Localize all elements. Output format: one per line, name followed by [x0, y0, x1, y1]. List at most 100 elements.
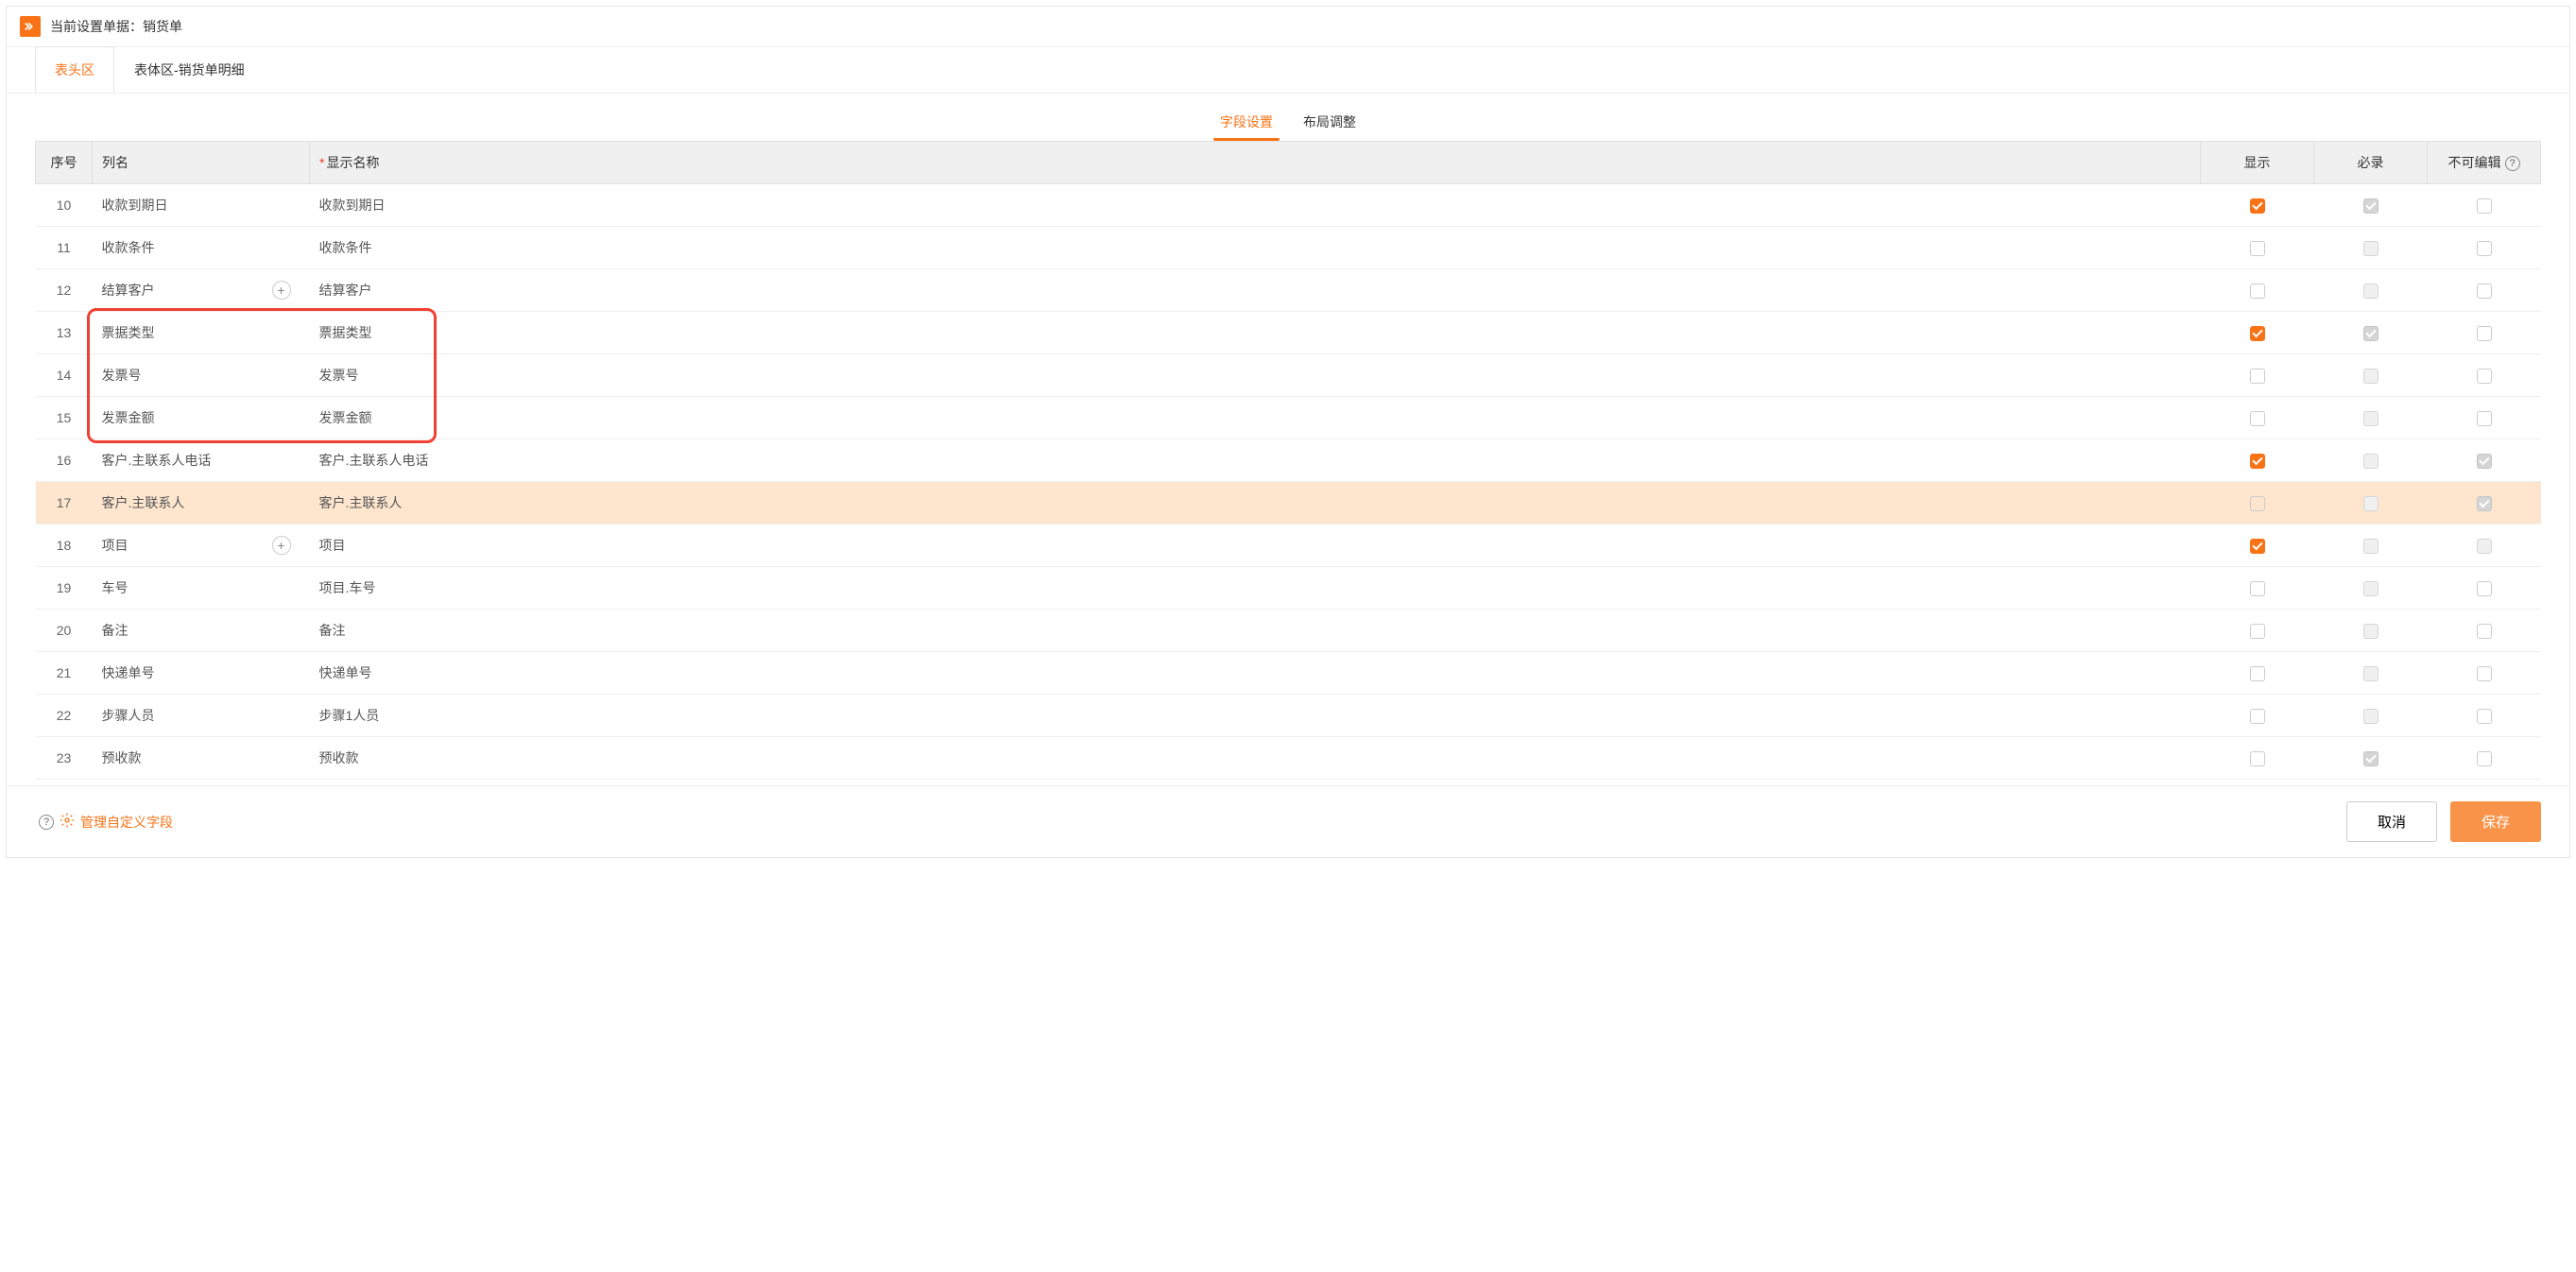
row-display-name[interactable]: 客户.主联系人电话 — [310, 439, 2201, 482]
checkbox-required — [2363, 709, 2379, 724]
table-row: 20 备注 备注 — [36, 610, 2541, 652]
col-header-noedit: 不可编辑? — [2428, 142, 2541, 184]
checkbox-noedit[interactable] — [2477, 411, 2492, 426]
checkbox-show[interactable] — [2250, 241, 2265, 256]
expand-sidebar-button[interactable] — [20, 16, 41, 37]
fields-table: 序号 列名 *显示名称 显示 必录 不可编辑? 10收款到期日收款到期日11收款… — [35, 141, 2541, 780]
tab-primary-1[interactable]: 表体区-销货单明细 — [114, 46, 265, 93]
table-row: 18项目+项目 — [36, 524, 2541, 567]
checkbox-show[interactable] — [2250, 709, 2265, 724]
table-row: 22步骤人员步骤1人员 — [36, 695, 2541, 737]
row-name-cell: 票据类型 — [93, 312, 310, 354]
footer-help-icon[interactable]: ? — [39, 815, 54, 830]
row-display-name[interactable]: 备注 — [310, 610, 2201, 652]
row-seq: 16 — [36, 439, 93, 482]
checkbox-required — [2363, 241, 2379, 256]
header-title-prefix: 当前设置单据： — [50, 17, 143, 36]
checkbox-noedit[interactable] — [2477, 581, 2492, 596]
checkbox-noedit[interactable] — [2477, 709, 2492, 724]
tab-secondary-1[interactable]: 布局调整 — [1288, 103, 1371, 141]
checkbox-noedit[interactable] — [2477, 198, 2492, 214]
checkbox-noedit[interactable] — [2477, 326, 2492, 341]
checkbox-show[interactable] — [2250, 198, 2265, 214]
checkbox-show[interactable] — [2250, 581, 2265, 596]
checkbox-required — [2363, 496, 2379, 511]
checkbox-noedit[interactable] — [2477, 284, 2492, 299]
checkbox-required — [2363, 624, 2379, 639]
row-display-name[interactable]: 收款到期日 — [310, 184, 2201, 227]
table-row: 14 发票号 发票号 — [36, 354, 2541, 397]
checkbox-show[interactable] — [2250, 284, 2265, 299]
save-button[interactable]: 保存 — [2450, 801, 2541, 842]
row-name-cell: 备注 — [93, 610, 310, 652]
table-row: 12 结算客户 + 结算客户 — [36, 269, 2541, 312]
row-display-name[interactable]: 收款条件 — [310, 227, 2201, 269]
manage-custom-fields-link[interactable]: 管理自定义字段 — [80, 813, 173, 832]
row-seq: 11 — [36, 227, 93, 269]
row-name-label: 客户.主联系人电话 — [102, 451, 212, 470]
row-name-label: 备注 — [102, 621, 129, 640]
checkbox-required — [2363, 284, 2379, 299]
row-name-cell: 收款条件 — [93, 227, 310, 269]
row-name-label: 项目 — [102, 536, 129, 555]
footer-bar: ? 管理自定义字段 取消 保存 — [7, 785, 2569, 857]
checkbox-noedit[interactable] — [2477, 666, 2492, 681]
checkbox-noedit[interactable] — [2477, 369, 2492, 384]
row-display-name[interactable]: 项目 — [310, 524, 2201, 567]
row-display-name[interactable]: 发票金额 — [310, 397, 2201, 439]
checkbox-noedit[interactable] — [2477, 624, 2492, 639]
checkbox-required — [2363, 369, 2379, 384]
table-row: 11收款条件收款条件 — [36, 227, 2541, 269]
checkbox-required — [2363, 751, 2379, 766]
row-name-label: 车号 — [102, 578, 129, 597]
row-display-name[interactable]: 项目.车号 — [310, 567, 2201, 610]
row-seq: 22 — [36, 695, 93, 737]
table-row: 13票据类型票据类型 — [36, 312, 2541, 354]
checkbox-show[interactable] — [2250, 369, 2265, 384]
add-subfield-button[interactable]: + — [272, 281, 291, 300]
checkbox-required — [2363, 666, 2379, 681]
tab-primary-0[interactable]: 表头区 — [35, 46, 114, 93]
row-display-name[interactable]: 发票号 — [310, 354, 2201, 397]
table-row: 16 客户.主联系人电话 客户.主联系人电话 — [36, 439, 2541, 482]
checkbox-noedit[interactable] — [2477, 751, 2492, 766]
checkbox-show[interactable] — [2250, 666, 2265, 681]
col-header-seq: 序号 — [36, 142, 93, 184]
checkbox-show[interactable] — [2250, 751, 2265, 766]
checkbox-required — [2363, 454, 2379, 469]
checkbox-show[interactable] — [2250, 326, 2265, 341]
row-name-label: 发票号 — [102, 366, 142, 385]
gear-icon — [60, 813, 75, 831]
row-name-label: 客户.主联系人 — [102, 493, 185, 512]
row-seq: 20 — [36, 610, 93, 652]
checkbox-show[interactable] — [2250, 411, 2265, 426]
tabs-primary: 表头区表体区-销货单明细 — [7, 46, 2569, 94]
row-seq: 12 — [36, 269, 93, 312]
checkbox-show[interactable] — [2250, 624, 2265, 639]
row-display-name[interactable]: 票据类型 — [310, 312, 2201, 354]
tabs-secondary: 字段设置布局调整 — [7, 94, 2569, 141]
checkbox-show[interactable] — [2250, 539, 2265, 554]
row-seq: 19 — [36, 567, 93, 610]
add-subfield-button[interactable]: + — [272, 536, 291, 555]
row-seq: 13 — [36, 312, 93, 354]
checkbox-required — [2363, 326, 2379, 341]
row-display-name[interactable]: 快递单号 — [310, 652, 2201, 695]
row-display-name[interactable]: 客户.主联系人 — [310, 482, 2201, 524]
row-display-name[interactable]: 步骤1人员 — [310, 695, 2201, 737]
cancel-button[interactable]: 取消 — [2346, 801, 2437, 842]
checkbox-noedit[interactable] — [2477, 241, 2492, 256]
checkbox-show[interactable] — [2250, 496, 2265, 511]
checkbox-noedit — [2477, 539, 2492, 554]
row-display-name[interactable]: 结算客户 — [310, 269, 2201, 312]
tab-secondary-0[interactable]: 字段设置 — [1205, 103, 1288, 141]
row-name-label: 发票金额 — [102, 408, 155, 427]
table-row: 23预收款预收款 — [36, 737, 2541, 780]
checkbox-show[interactable] — [2250, 454, 2265, 469]
row-name-label: 结算客户 — [102, 281, 155, 300]
header-title-doc: 销货单 — [143, 17, 182, 36]
checkbox-required — [2363, 539, 2379, 554]
row-display-name[interactable]: 预收款 — [310, 737, 2201, 780]
row-seq: 14 — [36, 354, 93, 397]
help-icon[interactable]: ? — [2505, 156, 2520, 171]
